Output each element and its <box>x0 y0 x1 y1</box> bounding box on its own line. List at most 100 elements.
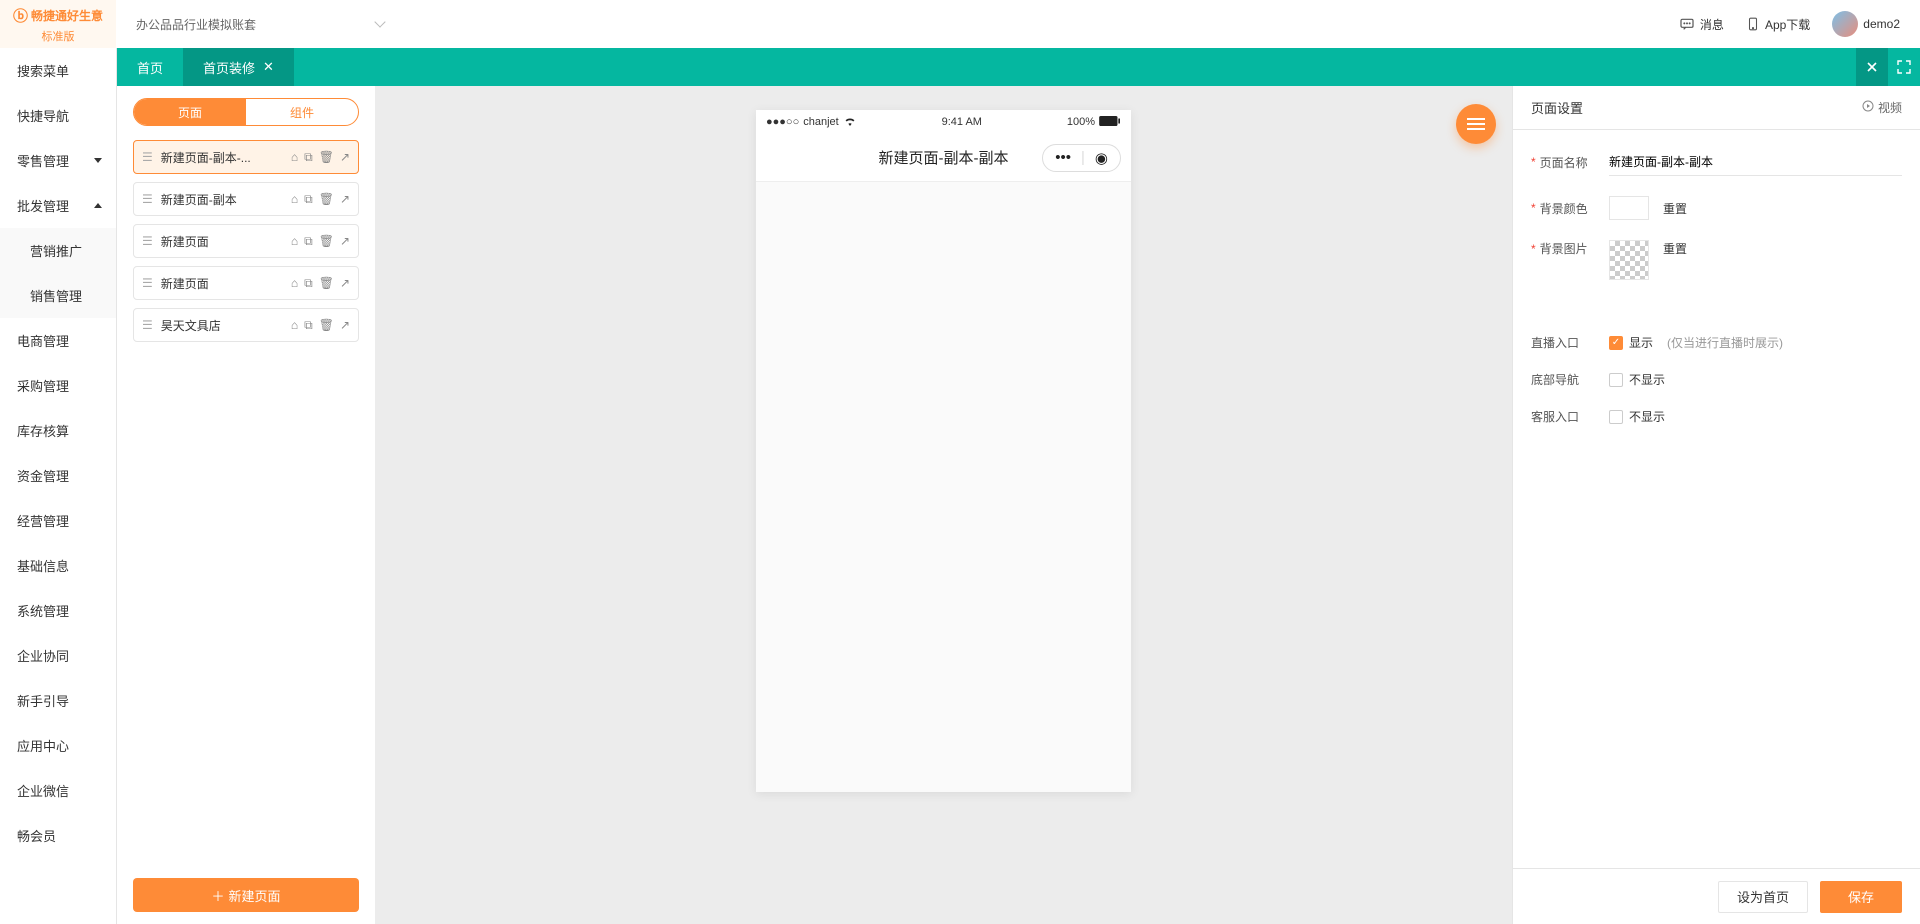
phone-navbar: 新建页面-副本-副本 ••• | ◉ <box>756 134 1131 182</box>
share-icon[interactable]: ↗ <box>340 318 350 333</box>
sidebar: 搜索菜单 快捷导航 零售管理 批发管理 营销推广 销售管理 电商管理 采购管理 … <box>0 48 117 924</box>
chevron-down-icon <box>374 16 385 27</box>
plus-icon: ＋ <box>211 886 224 905</box>
sidebar-item-purchase[interactable]: 采购管理 <box>0 363 116 408</box>
copy-icon[interactable]: ⧉ <box>304 192 313 207</box>
bg-color-swatch[interactable] <box>1609 196 1649 220</box>
copy-icon[interactable]: ⧉ <box>304 276 313 291</box>
sidebar-item-ecom[interactable]: 电商管理 <box>0 318 116 363</box>
copy-icon[interactable]: ⧉ <box>304 150 313 165</box>
phone-body <box>756 182 1131 792</box>
share-icon[interactable]: ↗ <box>340 150 350 165</box>
brand-logo: ⓑ 畅捷通好生意 标准版 <box>0 0 116 48</box>
checkbox-icon <box>1609 373 1623 387</box>
sidebar-item-apps[interactable]: 应用中心 <box>0 723 116 768</box>
close-icon[interactable]: ✕ <box>263 59 274 75</box>
target-icon: ◉ <box>1095 149 1108 167</box>
set-home-button[interactable]: 设为首页 <box>1718 881 1808 913</box>
mini-program-menu[interactable]: ••• | ◉ <box>1042 144 1121 172</box>
bg-image-reset[interactable]: 重置 <box>1663 240 1687 257</box>
tab-bar: 首页 首页装修 ✕ <box>117 48 1920 86</box>
delete-icon[interactable]: 🗑 <box>319 192 334 207</box>
play-icon <box>1862 100 1874 115</box>
user-menu[interactable]: demo2 <box>1832 11 1900 37</box>
wifi-icon <box>843 116 857 129</box>
drag-handle-icon[interactable]: ☰ <box>142 155 153 159</box>
components-fab[interactable] <box>1456 104 1496 144</box>
page-item[interactable]: ☰ 新建页面 ⌂⧉🗑↗ <box>133 266 359 300</box>
page-item[interactable]: ☰ 新建页面-副本 ⌂⧉🗑↗ <box>133 182 359 216</box>
messages-link[interactable]: 消息 <box>1679 16 1724 33</box>
copy-icon[interactable]: ⧉ <box>304 318 313 333</box>
sidebar-item-member[interactable]: 畅会员 <box>0 813 116 858</box>
page-item[interactable]: ☰ 昊天文具店 ⌂⧉🗑↗ <box>133 308 359 342</box>
drag-handle-icon[interactable]: ☰ <box>142 281 153 285</box>
settings-title: 页面设置 <box>1531 98 1583 117</box>
status-bar: ●●●○○ chanjet 9:41 AM 100% <box>756 110 1131 134</box>
home-icon[interactable]: ⌂ <box>291 192 298 207</box>
drag-handle-icon[interactable]: ☰ <box>142 239 153 243</box>
tab-home[interactable]: 首页 <box>117 48 183 86</box>
app-download-link[interactable]: App下载 <box>1746 16 1810 33</box>
phone-preview: ●●●○○ chanjet 9:41 AM 100% <box>756 110 1131 792</box>
sidebar-item-basic[interactable]: 基础信息 <box>0 543 116 588</box>
home-icon[interactable]: ⌂ <box>291 276 298 291</box>
sidebar-item-guide[interactable]: 新手引导 <box>0 678 116 723</box>
sidebar-item-inventory[interactable]: 库存核算 <box>0 408 116 453</box>
sidebar-item-finance[interactable]: 资金管理 <box>0 453 116 498</box>
tab-close-all[interactable] <box>1856 48 1888 86</box>
delete-icon[interactable]: 🗑 <box>319 234 334 249</box>
caret-down-icon <box>94 158 102 163</box>
sidebar-item-wechat[interactable]: 企业微信 <box>0 768 116 813</box>
home-icon[interactable]: ⌂ <box>291 150 298 165</box>
save-button[interactable]: 保存 <box>1820 881 1902 913</box>
copy-icon[interactable]: ⧉ <box>304 234 313 249</box>
drag-handle-icon[interactable]: ☰ <box>142 323 153 327</box>
delete-icon[interactable]: 🗑 <box>319 150 334 165</box>
tab-decor[interactable]: 首页装修 ✕ <box>183 48 294 86</box>
sidebar-item-wholesale[interactable]: 批发管理 <box>0 183 116 228</box>
sidebar-item-sales[interactable]: 销售管理 <box>0 273 116 318</box>
home-icon[interactable]: ⌂ <box>291 318 298 333</box>
logo-glyph-icon: ⓑ <box>13 5 28 26</box>
sidebar-item-operate[interactable]: 经营管理 <box>0 498 116 543</box>
signal-icon: ●●●○○ <box>766 116 799 128</box>
seg-components[interactable]: 组件 <box>246 99 358 125</box>
page-item[interactable]: ☰ 新建页面 ⌂⧉🗑↗ <box>133 224 359 258</box>
sidebar-item-system[interactable]: 系统管理 <box>0 588 116 633</box>
sidebar-item-marketing[interactable]: 营销推广 <box>0 228 116 273</box>
avatar <box>1832 11 1858 37</box>
bg-image-swatch[interactable] <box>1609 240 1649 280</box>
share-icon[interactable]: ↗ <box>340 192 350 207</box>
share-icon[interactable]: ↗ <box>340 276 350 291</box>
service-entry-checkbox[interactable]: 不显示 <box>1609 408 1665 425</box>
battery-icon <box>1099 116 1121 129</box>
page-list: ☰ 新建页面-副本-... ⌂ ⧉ 🗑 ↗ ☰ 新建页面-副本 ⌂⧉🗑↗ <box>133 140 359 342</box>
delete-icon[interactable]: 🗑 <box>319 318 334 333</box>
dataset-selector[interactable]: 办公品品行业模拟账套 <box>136 16 384 33</box>
bottom-nav-checkbox[interactable]: 不显示 <box>1609 371 1665 388</box>
share-icon[interactable]: ↗ <box>340 234 350 249</box>
more-icon: ••• <box>1055 149 1071 166</box>
sidebar-item-quick[interactable]: 快捷导航 <box>0 93 116 138</box>
checkbox-icon: ✓ <box>1609 336 1623 350</box>
fullscreen-button[interactable] <box>1888 48 1920 86</box>
phone-icon <box>1746 16 1760 32</box>
segment-control: 页面 组件 <box>133 98 359 126</box>
home-icon[interactable]: ⌂ <box>291 234 298 249</box>
delete-icon[interactable]: 🗑 <box>319 276 334 291</box>
sidebar-item-retail[interactable]: 零售管理 <box>0 138 116 183</box>
caret-up-icon <box>94 203 102 208</box>
sidebar-item-collab[interactable]: 企业协同 <box>0 633 116 678</box>
video-tutorial-link[interactable]: 视频 <box>1862 99 1902 116</box>
page-name-input[interactable] <box>1609 148 1902 176</box>
drag-handle-icon[interactable]: ☰ <box>142 197 153 201</box>
page-item[interactable]: ☰ 新建页面-副本-... ⌂ ⧉ 🗑 ↗ <box>133 140 359 174</box>
bg-color-reset[interactable]: 重置 <box>1663 200 1687 217</box>
live-entry-checkbox[interactable]: ✓ 显示 <box>1609 334 1653 351</box>
add-page-button[interactable]: ＋ 新建页面 <box>133 878 359 912</box>
sidebar-item-search[interactable]: 搜索菜单 <box>0 48 116 93</box>
checkbox-icon <box>1609 410 1623 424</box>
chat-icon <box>1679 16 1695 32</box>
seg-pages[interactable]: 页面 <box>134 99 246 125</box>
